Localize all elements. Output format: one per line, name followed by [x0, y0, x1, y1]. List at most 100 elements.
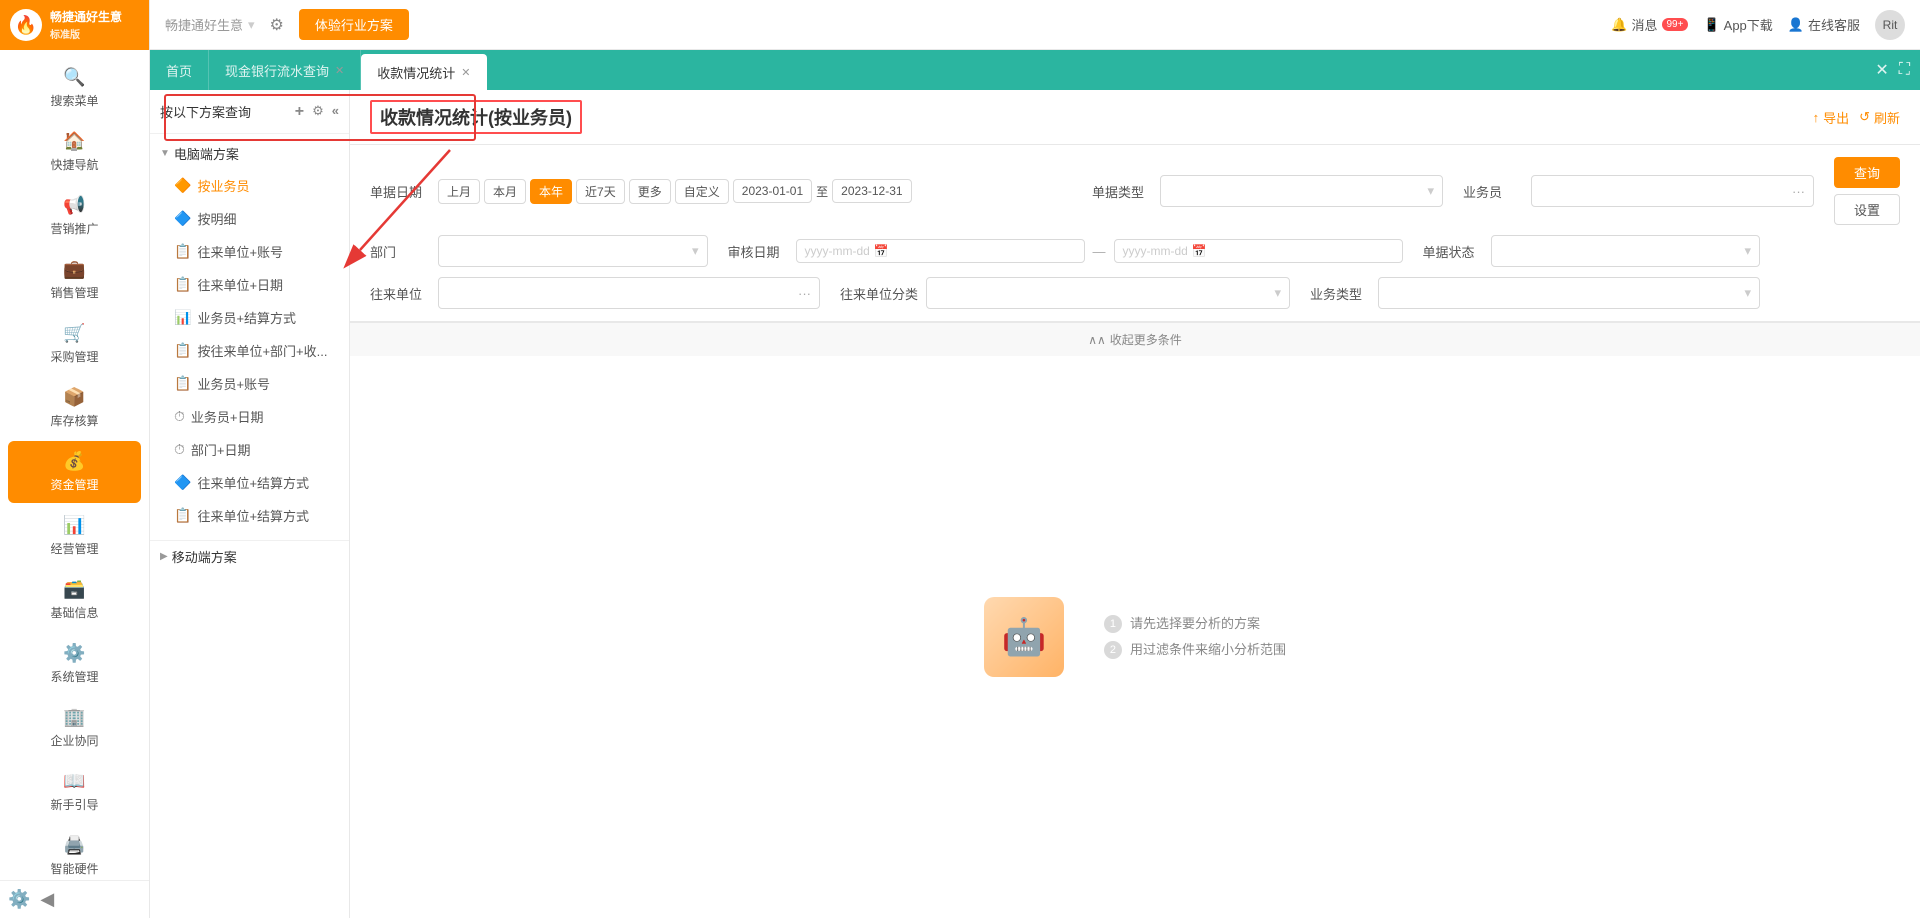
bill-status-select[interactable]: ▾: [1491, 235, 1761, 267]
sidebar-item-sales[interactable]: 💼 销售管理: [8, 249, 141, 311]
desktop-scheme-group-title[interactable]: ▼ 电脑端方案: [150, 138, 349, 169]
add-scheme-icon[interactable]: +: [295, 103, 304, 121]
sidebar-bottom-settings-icon[interactable]: ⚙️: [8, 889, 30, 910]
date-quick-buttons: 上月 本月 本年 近7天 更多 自定义: [438, 179, 729, 204]
scheme-item-by-detail[interactable]: 🔷 按明细: [150, 202, 349, 235]
scheme-item-partner-settlement1[interactable]: 🔷 往来单位+结算方式: [150, 466, 349, 499]
tab-receipt-stats[interactable]: 收款情况统计 ✕: [361, 54, 487, 90]
step-1-number: 1: [1104, 615, 1122, 633]
export-button[interactable]: ↑ 导出: [1813, 108, 1850, 127]
sidebar-item-guide[interactable]: 📖 新手引导: [8, 761, 141, 823]
sidebar-label-marketing: 营销推广: [50, 220, 98, 237]
sidebar-bottom-collapse-icon[interactable]: ◀: [40, 889, 54, 910]
app-download-icon: 📱: [1703, 17, 1719, 33]
mobile-scheme-group-title[interactable]: ▶ 移动端方案: [150, 541, 349, 572]
header-settings-icon[interactable]: ⚙: [270, 15, 284, 35]
collapse-more-conditions-bar[interactable]: ∧∧ 收起更多条件: [350, 322, 1920, 356]
date-more-btn[interactable]: 更多: [629, 179, 671, 204]
sidebar-item-finance[interactable]: 💰 资金管理: [8, 441, 141, 503]
scheme-item-salesperson-date[interactable]: ⏱ 业务员+日期: [150, 400, 349, 433]
date-to-input[interactable]: 2023-12-31: [832, 179, 911, 203]
date-from-input[interactable]: 2023-01-01: [733, 179, 812, 203]
notification-item[interactable]: 🔔 消息 99+: [1611, 15, 1688, 34]
date-this-month-btn[interactable]: 本月: [484, 179, 526, 204]
breadcrumb-arrow-icon: ▾: [248, 17, 255, 33]
partner-category-select[interactable]: ▾: [926, 277, 1290, 309]
sidebar-item-inventory[interactable]: 📦 库存核算: [8, 377, 141, 439]
left-panel-actions: + ⚙ «: [295, 103, 339, 121]
scheme-item-partner-date[interactable]: 📋 往来单位+日期: [150, 268, 349, 301]
bill-type-select[interactable]: ▾: [1160, 175, 1443, 207]
sidebar-item-search-menu[interactable]: 🔍 搜索菜单: [8, 57, 141, 119]
scheme-item-by-salesperson[interactable]: 🔶 按业务员: [150, 169, 349, 202]
date-this-year-btn[interactable]: 本年: [530, 179, 572, 204]
sidebar-item-quick-nav[interactable]: 🏠 快捷导航: [8, 121, 141, 183]
scheme-item-salesperson-settlement[interactable]: 📊 业务员+结算方式: [150, 301, 349, 334]
business-type-select[interactable]: ▾: [1378, 277, 1760, 309]
sidebar-item-purchase[interactable]: 🛒 采购管理: [8, 313, 141, 375]
notification-badge: 99+: [1662, 18, 1689, 31]
partner-input[interactable]: ···: [438, 277, 820, 309]
dept-select[interactable]: ▾: [438, 235, 708, 267]
filter-settings-button[interactable]: 设置: [1834, 194, 1900, 225]
date-last7days-btn[interactable]: 近7天: [576, 179, 625, 204]
sidebar-item-marketing[interactable]: 📢 营销推广: [8, 185, 141, 247]
tab-close-all-icon[interactable]: ✕: [1875, 60, 1888, 80]
sidebar-item-basic[interactable]: 🗃️ 基础信息: [8, 569, 141, 631]
salesperson-account-label: 业务员+账号: [197, 374, 270, 393]
audit-date-label: 审核日期: [728, 242, 788, 261]
audit-date-from-input[interactable]: yyyy-mm-dd 📅: [796, 239, 1085, 263]
partner-date-label: 往来单位+日期: [197, 275, 283, 294]
dept-label: 部门: [370, 242, 430, 261]
sidebar-item-enterprise[interactable]: 🏢 企业协同: [8, 697, 141, 759]
search-menu-icon: 🔍: [63, 67, 85, 88]
scheme-item-partner-account[interactable]: 📋 往来单位+账号: [150, 235, 349, 268]
sidebar-item-system[interactable]: ⚙️ 系统管理: [8, 633, 141, 695]
dept-date-label: 部门+日期: [191, 440, 251, 459]
mobile-group-arrow-icon: ▶: [160, 551, 168, 562]
header-right: 🔔 消息 99+ 📱 App下载 👤 在线客服 Rit: [1611, 10, 1905, 40]
date-filter-group: 上月 本月 本年 近7天 更多 自定义 2023-01-01: [438, 179, 1072, 204]
scheme-item-partner-dept-receipt[interactable]: 📋 按往来单位+部门+收...: [150, 334, 349, 367]
sidebar-label-inventory: 库存核算: [50, 412, 98, 429]
partner-category-filter-field: 往来单位分类 ▾: [840, 277, 1290, 309]
date-custom-btn[interactable]: 自定义: [675, 179, 729, 204]
left-panel-header: 按以下方案查询 + ⚙ «: [150, 90, 349, 134]
tab-bank-flow[interactable]: 现金银行流水查询 ✕: [209, 50, 361, 90]
partner-account-label: 往来单位+账号: [197, 242, 283, 261]
panel-collapse-icon[interactable]: «: [332, 103, 339, 121]
tab-bank-flow-close-icon[interactable]: ✕: [335, 64, 344, 77]
user-avatar[interactable]: Rit: [1875, 10, 1905, 40]
sidebar-item-business[interactable]: 📊 经营管理: [8, 505, 141, 567]
scheme-settings-icon[interactable]: ⚙: [312, 103, 324, 121]
tab-fullscreen-icon[interactable]: ⛶: [1899, 61, 1910, 79]
dept-filter-field: 部门 ▾: [370, 235, 708, 267]
refresh-button[interactable]: ↺ 刷新: [1859, 108, 1900, 127]
scheme-item-dept-date[interactable]: ⏱ 部门+日期: [150, 433, 349, 466]
audit-date-to-input[interactable]: yyyy-mm-dd 📅: [1114, 239, 1403, 263]
sidebar-label-search-menu: 搜索菜单: [50, 92, 98, 109]
refresh-label: 刷新: [1874, 108, 1900, 127]
sidebar-label-quick-nav: 快捷导航: [50, 156, 98, 173]
date-last-month-btn[interactable]: 上月: [438, 179, 480, 204]
audit-date-to-placeholder: yyyy-mm-dd: [1123, 244, 1188, 258]
app-download-item[interactable]: 📱 App下载: [1703, 15, 1772, 34]
online-service-icon: 👤: [1788, 17, 1804, 33]
desktop-scheme-group: ▼ 电脑端方案 🔶 按业务员 🔷 按明细 📋 往来单位+账号 📋 往: [150, 134, 349, 536]
mobile-group-label: 移动端方案: [172, 547, 237, 566]
tab-bank-flow-label: 现金银行流水查询: [225, 61, 329, 80]
sidebar-item-hardware[interactable]: 🖨️ 智能硬件: [8, 825, 141, 880]
trial-button[interactable]: 体验行业方案: [299, 9, 409, 40]
salesperson-select[interactable]: ···: [1531, 175, 1814, 207]
tab-receipt-stats-close-icon[interactable]: ✕: [461, 66, 470, 79]
tab-home[interactable]: 首页: [150, 50, 209, 90]
tab-bar-end: ✕ ⛶: [1875, 50, 1920, 90]
desktop-group-label: 电脑端方案: [174, 144, 239, 163]
query-button[interactable]: 查询: [1834, 157, 1900, 188]
salesperson-more-icon: ···: [1792, 184, 1805, 199]
sidebar-label-business: 经营管理: [50, 540, 98, 557]
scheme-item-salesperson-account[interactable]: 📋 业务员+账号: [150, 367, 349, 400]
scheme-item-partner-settlement2[interactable]: 📋 往来单位+结算方式: [150, 499, 349, 532]
main-area: 畅捷通好生意 ▾ ⚙ 体验行业方案 🔔 消息 99+ 📱 App下载 👤 在线客…: [150, 0, 1920, 918]
online-service-item[interactable]: 👤 在线客服: [1788, 15, 1860, 34]
